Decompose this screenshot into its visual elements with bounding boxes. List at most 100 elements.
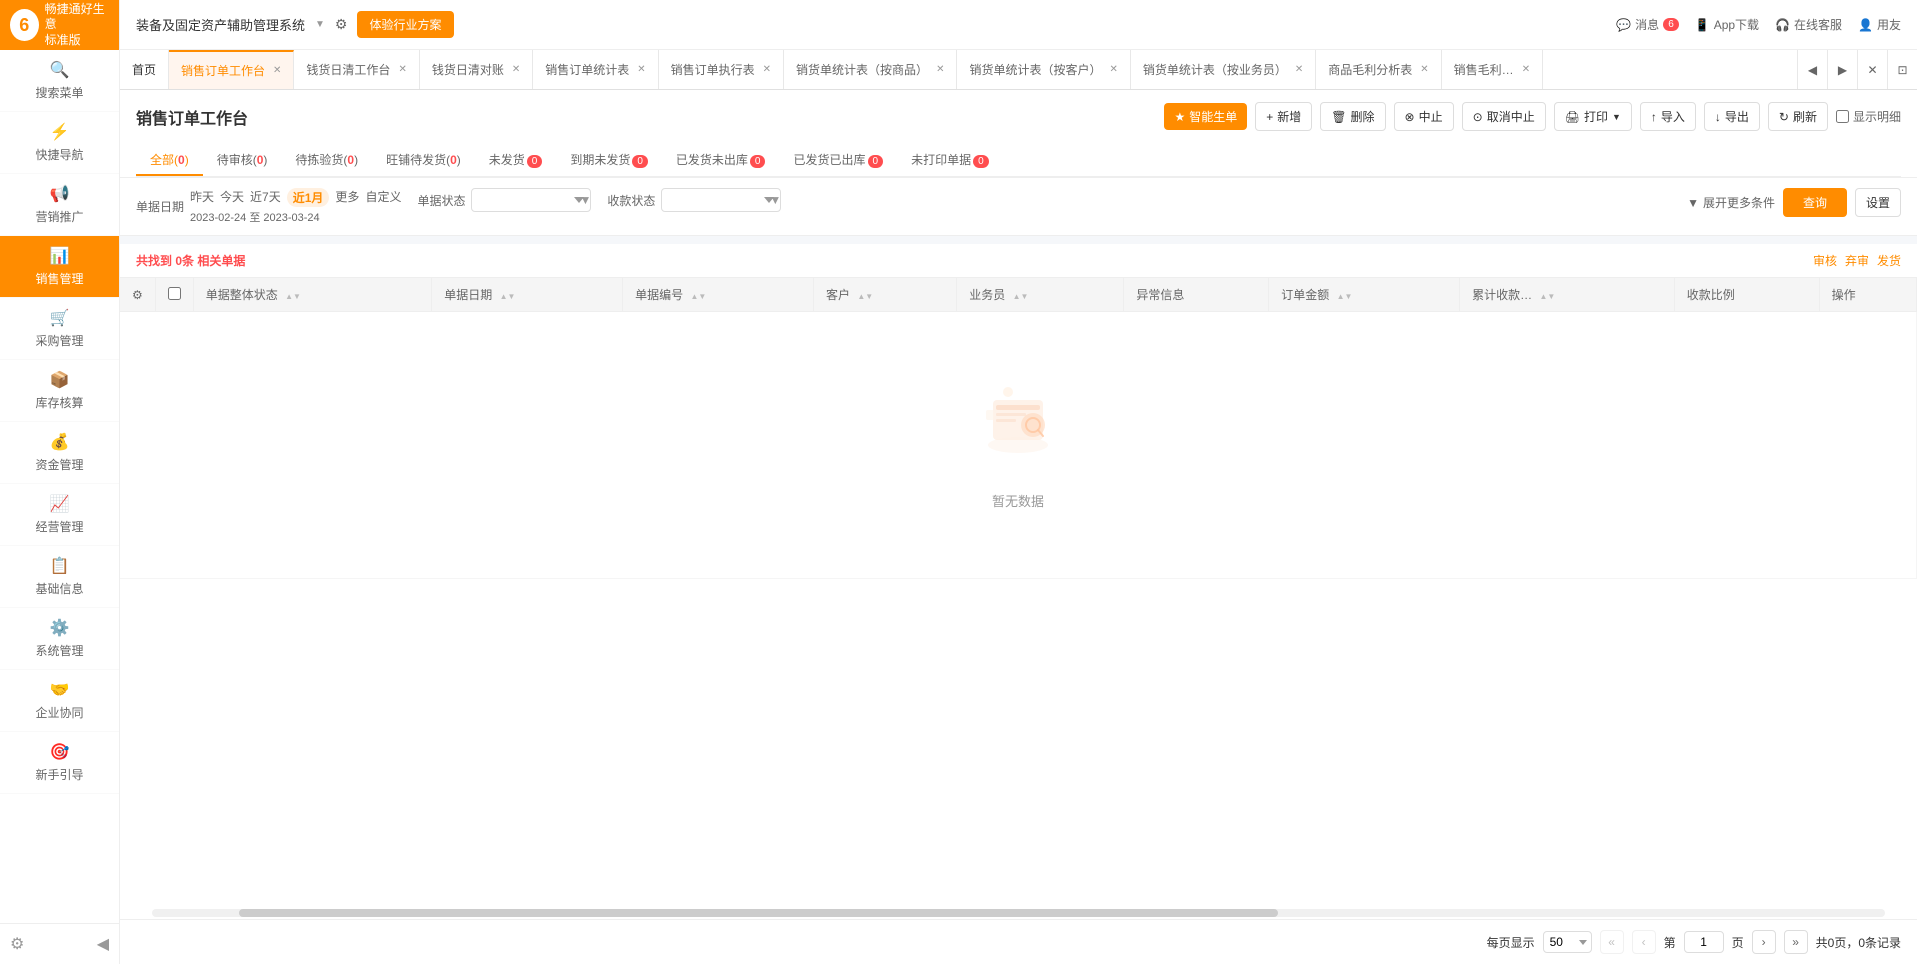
star-icon: ★ bbox=[1174, 110, 1185, 124]
sub-tab-7[interactable]: 已发货已出库0 bbox=[779, 145, 897, 176]
sidebar-item-inventory[interactable]: 📦库存核算 bbox=[0, 360, 119, 422]
tab-close-5[interactable]: ✕ bbox=[763, 64, 771, 75]
sidebar-item-finance[interactable]: 💰资金管理 bbox=[0, 422, 119, 484]
setting-btn[interactable]: 设置 bbox=[1855, 188, 1901, 217]
tab-4[interactable]: 销售订单统计表✕ bbox=[533, 50, 658, 90]
sub-tab-0[interactable]: 全部(0) bbox=[136, 145, 203, 176]
status-select[interactable] bbox=[471, 188, 591, 212]
query-btn[interactable]: 查询 bbox=[1783, 188, 1847, 217]
tab-1[interactable]: 销售订单工作台✕ bbox=[169, 50, 294, 90]
date-btn-近7天[interactable]: 近7天 bbox=[250, 188, 281, 207]
online-service-btn[interactable]: 🎧 在线客服 bbox=[1775, 16, 1842, 33]
tab-close-all-btn[interactable]: ✕ bbox=[1857, 50, 1887, 90]
sub-tab-5[interactable]: 到期未发货0 bbox=[556, 145, 662, 176]
tab-8[interactable]: 销货单统计表（按业务员）✕ bbox=[1131, 50, 1316, 90]
tab-2[interactable]: 钱货日清工作台✕ bbox=[294, 50, 419, 90]
first-page-btn[interactable]: « bbox=[1600, 930, 1624, 954]
cancel-stop-btn[interactable]: ⊙ 取消中止 bbox=[1462, 102, 1546, 131]
topbar-right: 💬 消息 6 📱 App下载 🎧 在线客服 👤 用友 bbox=[1616, 16, 1901, 33]
app-download-btn[interactable]: 📱 App下载 bbox=[1695, 16, 1759, 33]
audit-btn[interactable]: 审核 bbox=[1813, 252, 1837, 269]
sort-icon: ▲▼ bbox=[1337, 292, 1353, 301]
payment-filter-label: 收款状态 bbox=[607, 192, 655, 209]
scrollbar-thumb[interactable] bbox=[239, 909, 1279, 917]
page-content: 销售订单工作台 ★ 智能生单 + 新增 🗑 删除 ⊗ bbox=[120, 90, 1917, 964]
ship-btn[interactable]: 发货 bbox=[1877, 252, 1901, 269]
page-size-select[interactable]: 50 10 20 100 bbox=[1543, 931, 1592, 953]
tab-0[interactable]: 首页 bbox=[120, 50, 169, 90]
logo-icon: 6 bbox=[10, 9, 39, 41]
show-detail-label[interactable]: 显示明细 bbox=[1836, 108, 1901, 125]
sidebar-item-sales[interactable]: 📊销售管理 bbox=[0, 236, 119, 298]
sub-tab-3[interactable]: 旺铺待发货(0) bbox=[372, 145, 475, 176]
select-all-checkbox[interactable] bbox=[168, 287, 181, 300]
gear-icon[interactable]: ⚙ bbox=[335, 16, 348, 33]
delete-icon: 🗑 bbox=[1331, 110, 1346, 124]
tab-close-4[interactable]: ✕ bbox=[637, 64, 645, 75]
next-page-btn[interactable]: › bbox=[1752, 930, 1776, 954]
collapse-icon[interactable]: ◀ bbox=[97, 934, 109, 954]
tab-6[interactable]: 销货单统计表（按商品）✕ bbox=[784, 50, 957, 90]
expand-btn[interactable]: ▼ 展开更多条件 bbox=[1687, 194, 1775, 211]
date-btn-近1月[interactable]: 近1月 bbox=[287, 188, 330, 207]
page-input[interactable] bbox=[1684, 931, 1724, 953]
sub-tab-4[interactable]: 未发货0 bbox=[475, 145, 557, 176]
sidebar-item-marketing[interactable]: 📢营销推广 bbox=[0, 174, 119, 236]
export-btn[interactable]: ↓ 导出 bbox=[1704, 102, 1760, 131]
horizontal-scrollbar[interactable] bbox=[152, 909, 1885, 917]
smart-create-btn[interactable]: ★ 智能生单 bbox=[1164, 103, 1247, 130]
tab-close-1[interactable]: ✕ bbox=[273, 65, 281, 76]
date-btn-更多[interactable]: 更多 bbox=[335, 188, 359, 207]
date-btn-昨天[interactable]: 昨天 bbox=[190, 188, 214, 207]
sidebar-item-system[interactable]: ⚙️系统管理 bbox=[0, 608, 119, 670]
table-checkbox-col[interactable] bbox=[155, 278, 193, 312]
add-btn[interactable]: + 新增 bbox=[1255, 102, 1312, 131]
tab-prev-btn[interactable]: ◀ bbox=[1797, 50, 1827, 90]
stop-btn[interactable]: ⊗ 中止 bbox=[1394, 102, 1454, 131]
tab-close-9[interactable]: ✕ bbox=[1420, 64, 1428, 75]
tab-5[interactable]: 销售订单执行表✕ bbox=[659, 50, 784, 90]
table-settings-col[interactable]: ⚙ bbox=[120, 278, 155, 312]
sub-tab-6[interactable]: 已发货未出库0 bbox=[662, 145, 780, 176]
sidebar-item-management[interactable]: 📈经营管理 bbox=[0, 484, 119, 546]
settings-icon[interactable]: ⚙ bbox=[10, 934, 24, 954]
print-btn[interactable]: 🖨 打印 ▼ bbox=[1554, 102, 1632, 131]
tab-close-6[interactable]: ✕ bbox=[936, 64, 944, 75]
payment-select[interactable] bbox=[661, 188, 781, 212]
tab-10[interactable]: 销售毛利…✕ bbox=[1442, 50, 1543, 90]
date-btn-今天[interactable]: 今天 bbox=[220, 188, 244, 207]
sub-tab-8[interactable]: 未打印单据0 bbox=[897, 145, 1003, 176]
message-btn[interactable]: 💬 消息 6 bbox=[1616, 16, 1679, 33]
sidebar-item-basic-info[interactable]: 📋基础信息 bbox=[0, 546, 119, 608]
tab-9[interactable]: 商品毛利分析表✕ bbox=[1316, 50, 1441, 90]
cancel-audit-btn[interactable]: 弃审 bbox=[1845, 252, 1869, 269]
sidebar-item-guide[interactable]: 🎯新手引导 bbox=[0, 732, 119, 794]
tab-close-10[interactable]: ✕ bbox=[1522, 64, 1530, 75]
download-icon: 📱 bbox=[1695, 18, 1710, 32]
tab-close-3[interactable]: ✕ bbox=[512, 64, 520, 75]
sub-tab-2[interactable]: 待拣验货(0) bbox=[281, 145, 372, 176]
show-detail-checkbox[interactable] bbox=[1836, 110, 1849, 123]
refresh-btn[interactable]: ↻ 刷新 bbox=[1768, 102, 1828, 131]
tab-menu-btn[interactable]: ⊡ bbox=[1887, 50, 1917, 90]
sidebar-item-cooperation[interactable]: 🤝企业协同 bbox=[0, 670, 119, 732]
sub-tab-1[interactable]: 待审核(0) bbox=[203, 145, 282, 176]
user-menu-btn[interactable]: 👤 用友 bbox=[1858, 16, 1901, 33]
last-page-btn[interactable]: » bbox=[1784, 930, 1808, 954]
tab-close-2[interactable]: ✕ bbox=[398, 64, 406, 75]
tab-3[interactable]: 钱货日清对账✕ bbox=[420, 50, 533, 90]
table-toolbar: 共找到 0条 相关单据 审核 弃审 发货 bbox=[120, 244, 1917, 278]
col-salesman: 业务员 ▲▼ bbox=[957, 278, 1124, 312]
tab-7[interactable]: 销货单统计表（按客户）✕ bbox=[957, 50, 1130, 90]
sidebar-item-purchase[interactable]: 🛒采购管理 bbox=[0, 298, 119, 360]
industry-btn[interactable]: 体验行业方案 bbox=[357, 11, 453, 38]
delete-btn[interactable]: 🗑 删除 bbox=[1320, 102, 1385, 131]
prev-page-btn[interactable]: ‹ bbox=[1632, 930, 1656, 954]
tab-next-btn[interactable]: ▶ bbox=[1827, 50, 1857, 90]
tab-close-7[interactable]: ✕ bbox=[1109, 64, 1117, 75]
date-btn-自定义[interactable]: 自定义 bbox=[365, 188, 401, 207]
tab-close-8[interactable]: ✕ bbox=[1295, 64, 1303, 75]
sidebar-item-search[interactable]: 🔍搜索菜单 bbox=[0, 50, 119, 112]
import-btn[interactable]: ↑ 导入 bbox=[1640, 102, 1696, 131]
sidebar-item-quick-nav[interactable]: ⚡快捷导航 bbox=[0, 112, 119, 174]
